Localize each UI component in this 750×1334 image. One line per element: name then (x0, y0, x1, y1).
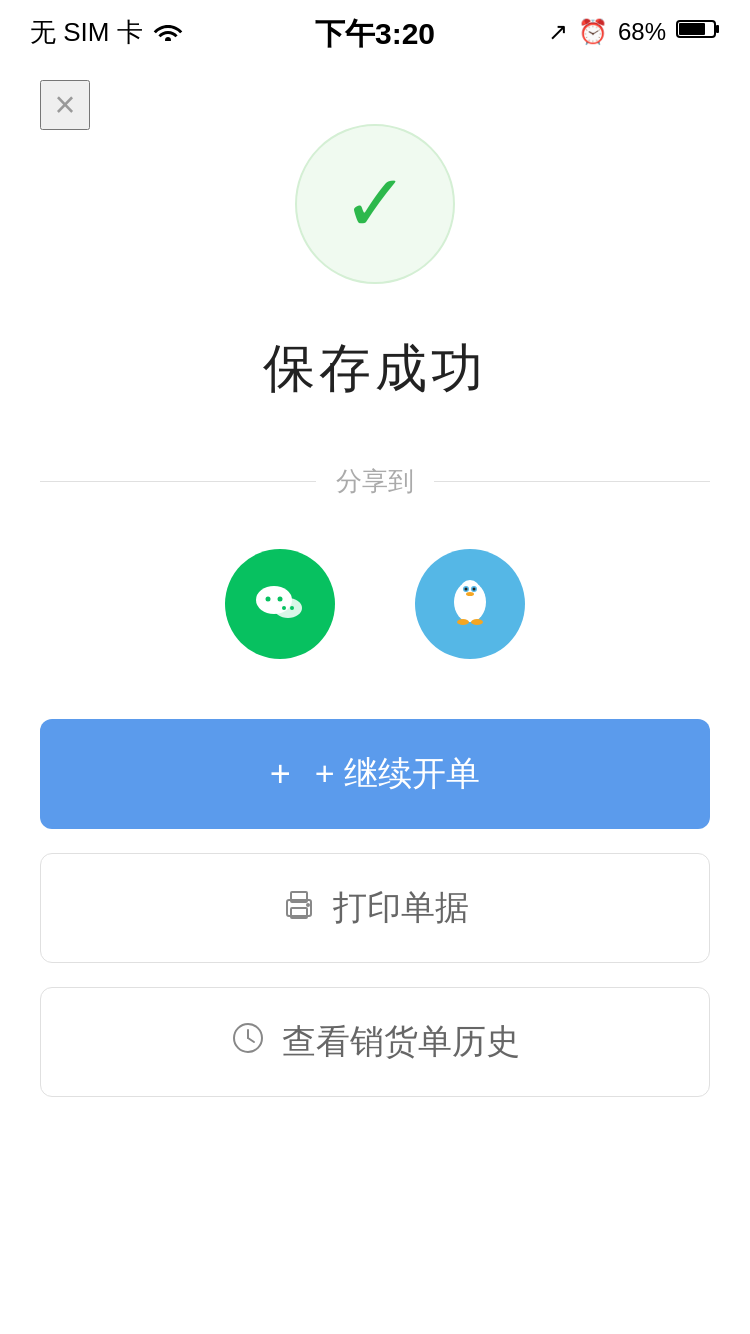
status-bar: 无 SIM 卡 下午3:20 ↗ ⏰ 68% (0, 0, 750, 64)
close-button[interactable]: × (40, 80, 90, 130)
alarm-icon: ⏰ (578, 18, 608, 46)
svg-point-7 (282, 606, 286, 610)
share-icons-row (40, 549, 710, 659)
main-content: ✓ 保存成功 分享到 (0, 64, 750, 1097)
location-icon: ↗ (548, 18, 568, 46)
svg-point-5 (266, 597, 271, 602)
clock-icon (230, 1020, 266, 1064)
no-sim-label: 无 SIM 卡 (30, 15, 143, 50)
svg-rect-2 (716, 25, 719, 33)
svg-rect-1 (679, 23, 705, 35)
divider-line-right (434, 481, 710, 482)
share-section: 分享到 (0, 464, 750, 659)
checkmark-icon: ✓ (342, 164, 409, 244)
wifi-icon (153, 17, 183, 48)
status-right: ↗ ⏰ 68% (548, 18, 720, 46)
continue-label: + 继续开单 (315, 751, 480, 797)
status-left: 无 SIM 卡 (30, 15, 183, 50)
print-label: 打印单据 (333, 885, 469, 931)
history-button[interactable]: 查看销货单历史 (40, 987, 710, 1097)
close-icon: × (54, 87, 75, 123)
svg-point-6 (278, 597, 283, 602)
success-title: 保存成功 (263, 334, 487, 404)
svg-point-13 (465, 588, 468, 591)
svg-point-10 (460, 580, 480, 600)
printer-icon (281, 886, 317, 930)
svg-point-4 (274, 598, 302, 618)
continue-button[interactable]: + + 继续开单 (40, 719, 710, 829)
svg-point-21 (306, 903, 310, 907)
battery-icon (676, 18, 720, 46)
status-time: 下午3:20 (315, 14, 435, 55)
wechat-share-button[interactable] (225, 549, 335, 659)
divider-line-left (40, 481, 316, 482)
plus-icon: + (270, 753, 291, 795)
svg-point-8 (290, 606, 294, 610)
svg-point-17 (471, 619, 483, 625)
svg-line-24 (248, 1038, 254, 1042)
success-circle: ✓ (295, 124, 455, 284)
svg-point-15 (466, 592, 474, 596)
history-label: 查看销货单历史 (282, 1019, 520, 1065)
share-label: 分享到 (336, 464, 414, 499)
svg-point-16 (457, 619, 469, 625)
wechat-icon (248, 572, 312, 636)
share-divider: 分享到 (40, 464, 710, 499)
svg-point-14 (473, 588, 476, 591)
print-button[interactable]: 打印单据 (40, 853, 710, 963)
action-buttons: + + 继续开单 打印单据 (0, 719, 750, 1097)
battery-label: 68% (618, 18, 666, 46)
qq-share-button[interactable] (415, 549, 525, 659)
qq-icon (438, 572, 502, 636)
